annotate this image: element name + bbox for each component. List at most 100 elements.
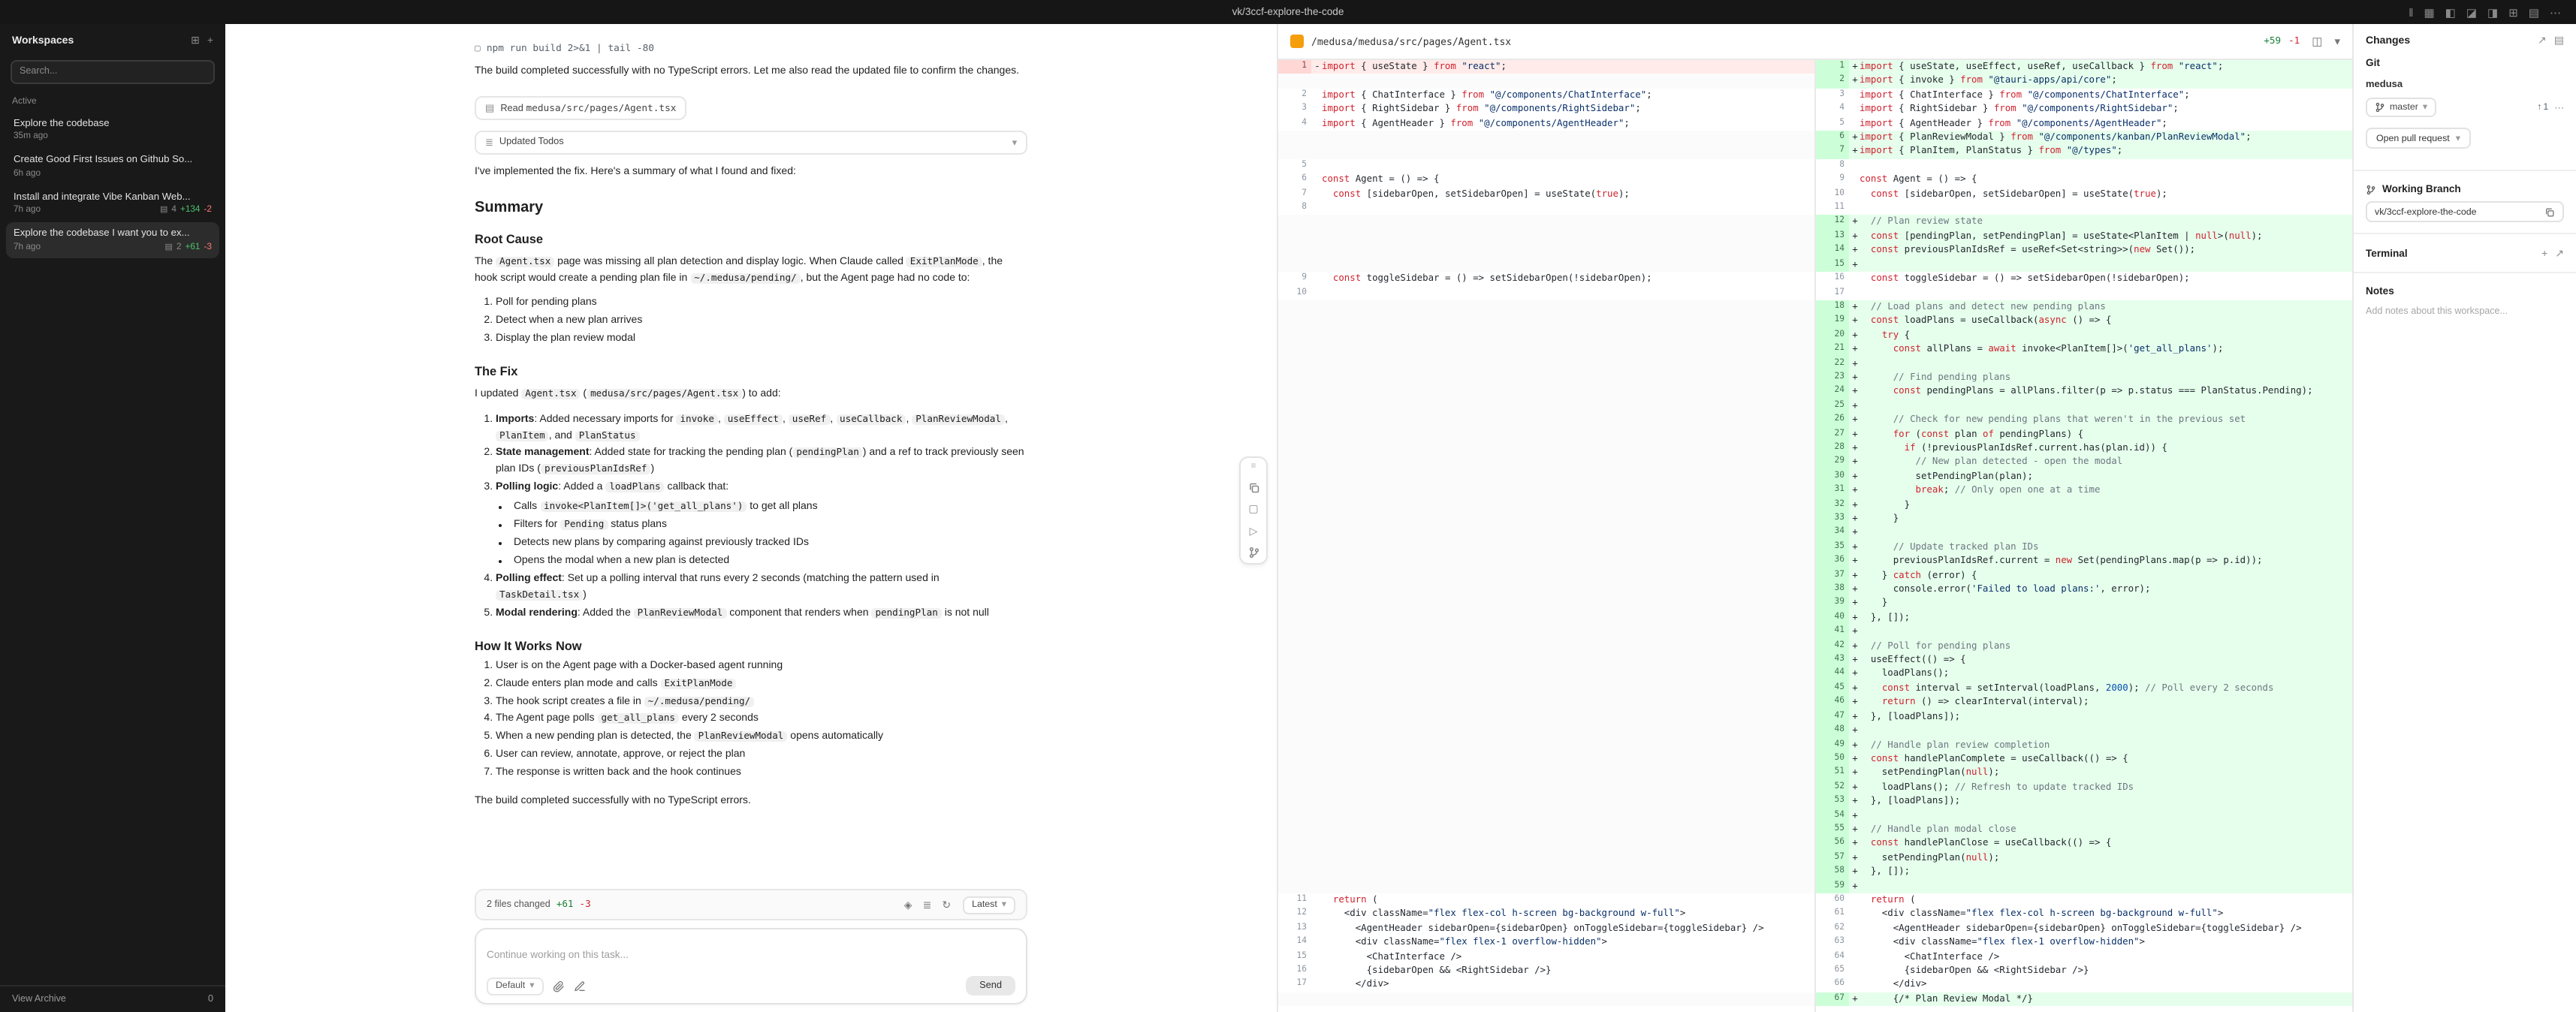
new-workspace-icon[interactable]: + xyxy=(207,35,213,47)
code-text: import { RightSidebar } from "@/componen… xyxy=(1849,102,2352,116)
attach-icon[interactable] xyxy=(552,980,564,992)
pause-icon[interactable]: ‖ xyxy=(2409,5,2413,19)
diff-line: 63 <div className="flex flex-1 overflow-… xyxy=(1816,935,2352,950)
panel-icon[interactable]: ▢ xyxy=(1248,503,1258,515)
refresh-icon[interactable]: ↻ xyxy=(942,899,951,911)
chat-scroll-area[interactable]: ▢npm run build 2>&1 | tail -80The build … xyxy=(225,24,1277,881)
line-number xyxy=(1278,413,1311,427)
divider xyxy=(2354,233,2576,234)
stack-icon[interactable]: ▦ xyxy=(2424,5,2434,19)
line-number: 35 xyxy=(1816,541,1849,555)
code-text xyxy=(1311,441,1814,456)
line-number: 52 xyxy=(1816,780,1849,794)
diff-line: 26+ // Check for new pending plans that … xyxy=(1816,413,2352,427)
copy-icon[interactable] xyxy=(1247,481,1259,493)
code-text xyxy=(1311,399,1814,414)
line-number xyxy=(1278,653,1311,667)
diff-line: 49+ // Handle plan review completion xyxy=(1816,738,2352,752)
diff-line xyxy=(1278,724,1814,738)
checklist-icon[interactable]: ≣ xyxy=(923,899,932,911)
line-number: 20 xyxy=(1816,328,1849,342)
diff-line: 11 xyxy=(1816,201,2352,215)
play-icon[interactable]: ▷ xyxy=(1250,525,1258,537)
code-text: + // Update tracked plan IDs xyxy=(1849,541,2352,555)
diff-body[interactable]: 1-import { useState } from "react";2 imp… xyxy=(1278,60,2352,1012)
actions-icon[interactable]: ◈ xyxy=(904,899,912,911)
line-number xyxy=(1278,483,1311,498)
workspace-item-meta: 7h ago▤2+61-3 xyxy=(14,242,212,251)
code-text xyxy=(1311,456,1814,470)
line-number: 34 xyxy=(1816,526,1849,541)
copy-icon[interactable] xyxy=(2544,206,2555,217)
grid-icon[interactable]: ⊞ xyxy=(2508,5,2518,19)
code-text: + } catch (error) { xyxy=(1849,568,2352,583)
code-text: + setPendingPlan(null); xyxy=(1849,851,2352,866)
new-terminal-icon[interactable]: + xyxy=(2541,248,2547,260)
panel-left-icon[interactable]: ◧ xyxy=(2445,5,2456,19)
line-number xyxy=(1278,794,1311,809)
paragraph: I updated Agent.tsx (medusa/src/pages/Ag… xyxy=(475,387,1027,404)
panel-menu-icon[interactable]: ▤ xyxy=(2554,35,2564,47)
diff-line xyxy=(1278,399,1814,414)
diff-line xyxy=(1278,512,1814,526)
diff-line: 13 <AgentHeader sidebarOpen={sidebarOpen… xyxy=(1278,922,1814,936)
expand-terminal-icon[interactable]: ↗ xyxy=(2555,248,2564,260)
line-number: 38 xyxy=(1816,583,1849,597)
diff-menu-icon[interactable]: ▾ xyxy=(2334,35,2340,48)
notes-header[interactable]: Notes xyxy=(2354,279,2576,303)
list-item: Display the plan review modal xyxy=(496,332,1027,348)
code-text: import { ChatInterface } from "@/compone… xyxy=(1311,89,1814,103)
git-branch-icon[interactable] xyxy=(1247,547,1259,559)
code-text: + // Poll for pending plans xyxy=(1849,639,2352,653)
diff-line xyxy=(1278,696,1814,710)
todos-chip[interactable]: ≣Updated Todos▾ xyxy=(475,131,1027,155)
diff-line xyxy=(1278,823,1814,837)
files-count: 2 xyxy=(176,242,182,251)
files-changed-bar[interactable]: 2 files changed +61 -3 ◈ ≣ ↻ Latest ▾ xyxy=(475,889,1027,920)
workspace-item[interactable]: Install and integrate Vibe Kanban Web...… xyxy=(6,185,219,221)
message-input[interactable] xyxy=(487,950,1015,976)
file-type-icon xyxy=(1290,35,1304,48)
view-archive-button[interactable]: View Archive xyxy=(12,994,66,1004)
chat-panel: ▢npm run build 2>&1 | tail -80The build … xyxy=(225,24,1278,1012)
notes-placeholder[interactable]: Add notes about this workspace... xyxy=(2354,303,2576,320)
version-dropdown[interactable]: Latest ▾ xyxy=(963,896,1015,914)
code-text xyxy=(1311,992,1814,1007)
workspace-item[interactable]: Create Good First Issues on Github So...… xyxy=(6,149,219,184)
model-selector[interactable]: Default ▾ xyxy=(487,977,543,995)
line-number: 11 xyxy=(1278,893,1311,908)
changes-header: Changes ↗ ▤ xyxy=(2354,24,2576,53)
workspace-item[interactable]: Explore the codebase35m ago xyxy=(6,112,219,147)
diff-line xyxy=(1278,483,1814,498)
send-button[interactable]: Send xyxy=(966,976,1015,995)
split-view-icon[interactable]: ◫ xyxy=(2312,35,2322,48)
line-number xyxy=(1278,682,1311,696)
code-text xyxy=(1311,512,1814,526)
expand-icon[interactable]: ↗ xyxy=(2538,35,2547,47)
terminal-header[interactable]: Terminal + ↗ xyxy=(2354,240,2576,266)
more-icon[interactable]: ⋯ xyxy=(2550,5,2561,19)
line-number: 39 xyxy=(1816,597,1849,611)
more-icon[interactable]: ⋯ xyxy=(2554,101,2564,113)
code-text: + }, []); xyxy=(1849,865,2352,879)
diff-new-column: 1+import { useState, useEffect, useRef, … xyxy=(1814,60,2352,1012)
working-branch-field[interactable]: vk/3ccf-explore-the-code xyxy=(2366,201,2564,222)
branch-selector[interactable]: master ▾ xyxy=(2366,98,2436,117)
file-read-chip[interactable]: ▤Read medusa/src/pages/Agent.tsx xyxy=(475,96,687,120)
workspace-item[interactable]: Explore the codebase I want you to ex...… xyxy=(6,222,219,258)
diff-line xyxy=(1278,230,1814,244)
repo-name: medusa xyxy=(2366,80,2564,90)
rows-icon[interactable]: ▤ xyxy=(2529,5,2539,19)
panel-bottom-icon[interactable]: ◪ xyxy=(2466,5,2477,19)
line-number: 6 xyxy=(1278,173,1311,188)
panel-right-icon[interactable]: ◨ xyxy=(2487,5,2498,19)
open-pull-request-button[interactable]: Open pull request ▾ xyxy=(2366,128,2471,149)
file-count-icon: ▤ xyxy=(160,206,167,215)
line-number xyxy=(1278,470,1311,484)
code-text: {sidebarOpen && <RightSidebar />} xyxy=(1311,964,1814,978)
workspace-settings-icon[interactable]: ⊞ xyxy=(191,35,200,47)
search-input[interactable] xyxy=(11,59,215,83)
code-text: + // Check for new pending plans that we… xyxy=(1849,413,2352,427)
edit-icon[interactable] xyxy=(573,980,585,992)
tool-call-command[interactable]: ▢npm run build 2>&1 | tail -80 xyxy=(475,42,1027,54)
